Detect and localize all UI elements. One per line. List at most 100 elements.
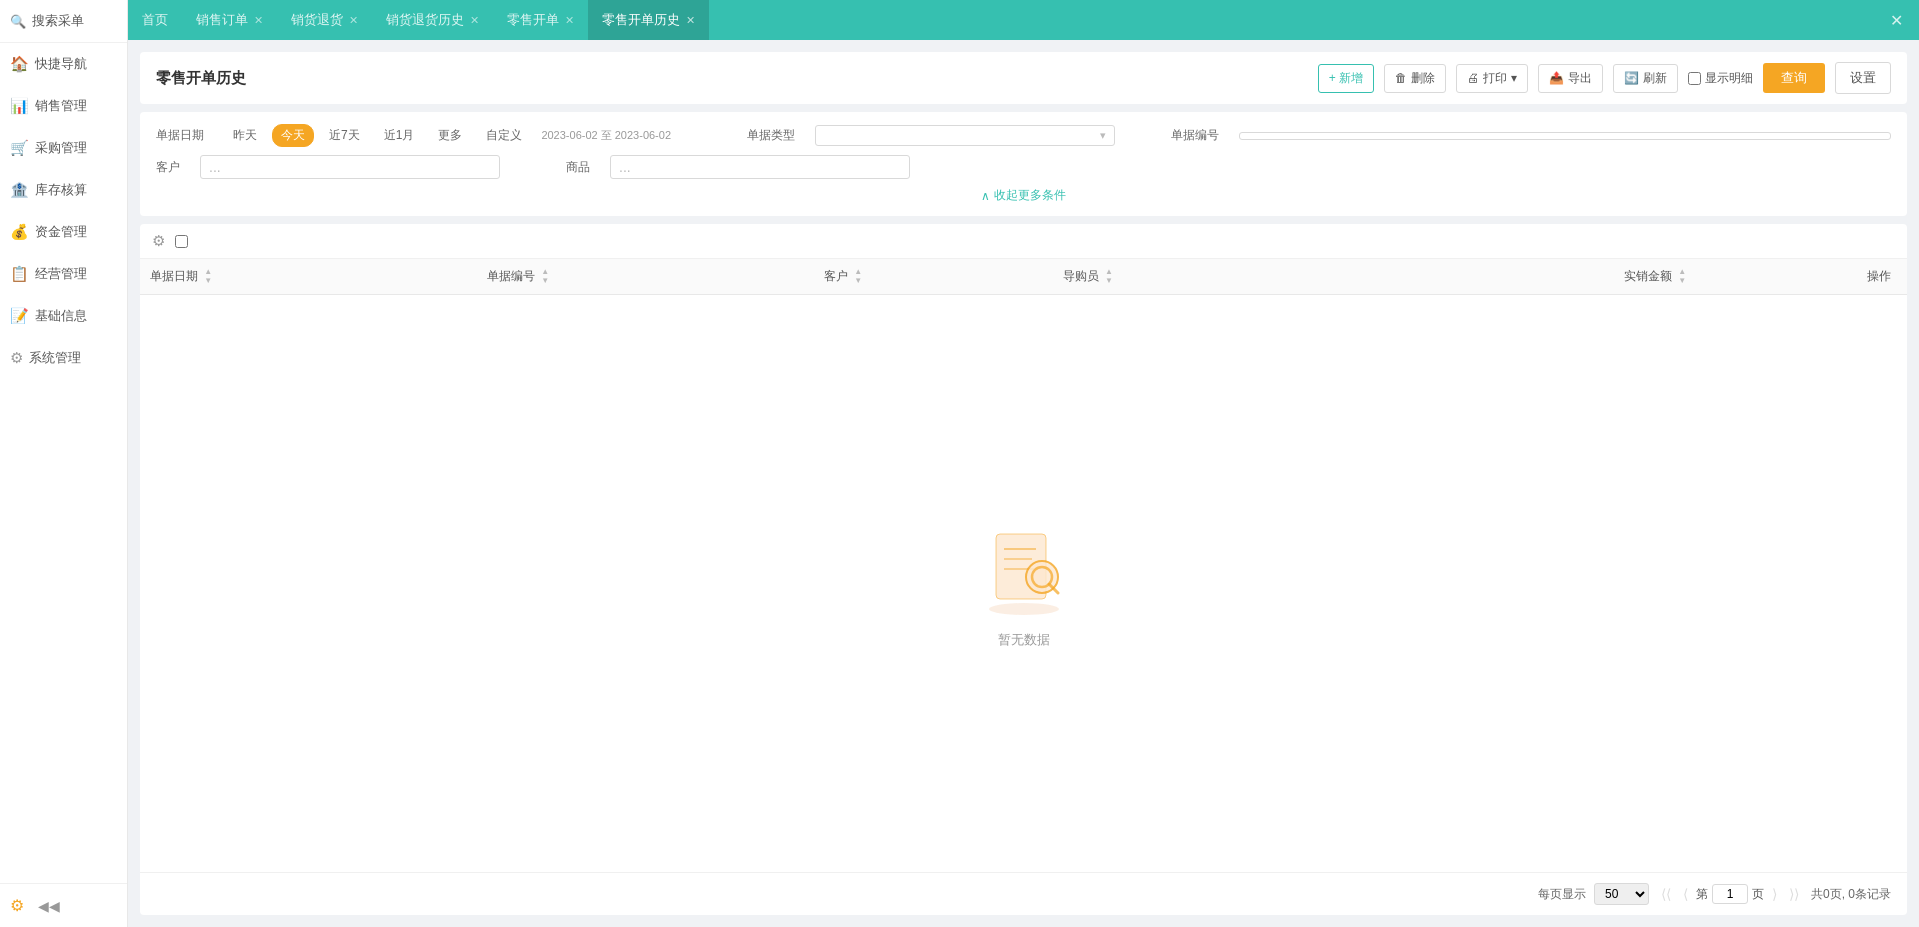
type-dropdown-icon: ▾ xyxy=(1100,129,1106,142)
tab-retail-history[interactable]: 零售开单历史 ✕ xyxy=(588,0,709,40)
topbar-right: ✕ xyxy=(1886,11,1919,30)
empty-icon xyxy=(974,519,1074,619)
tab-retail-open-close[interactable]: ✕ xyxy=(565,14,574,27)
add-button[interactable]: + 新增 xyxy=(1318,64,1374,93)
col-date-label: 单据日期 xyxy=(150,269,198,283)
delete-button[interactable]: 🗑 删除 xyxy=(1384,64,1446,93)
tab-sales-order-close[interactable]: ✕ xyxy=(254,14,263,27)
tab-sales-return[interactable]: 销货退货 ✕ xyxy=(277,0,372,40)
sort-customer-icons[interactable]: ▲▼ xyxy=(854,268,862,285)
total-info: 共0页, 0条记录 xyxy=(1811,886,1891,903)
filter-row-customer: 客户 ... 商品 ... xyxy=(156,155,1891,179)
col-action: 操作 xyxy=(1702,259,1907,295)
sort-amount-icons[interactable]: ▲▼ xyxy=(1678,268,1686,285)
display-detail-toggle[interactable]: 显示明细 xyxy=(1688,70,1753,87)
tab-sales-return-close[interactable]: ✕ xyxy=(349,14,358,27)
col-date[interactable]: 单据日期 ▲▼ xyxy=(140,259,477,295)
date-btn-yesterday[interactable]: 昨天 xyxy=(224,124,266,147)
refresh-button[interactable]: 🔄 刷新 xyxy=(1613,64,1678,93)
sidebar-item-finance[interactable]: 💰 资金管理 xyxy=(0,211,127,253)
number-input[interactable] xyxy=(1239,132,1891,140)
sort-date-icons[interactable]: ▲▼ xyxy=(204,268,212,285)
col-customer[interactable]: 客户 ▲▼ xyxy=(814,259,1053,295)
header-row: 单据日期 ▲▼ 单据编号 ▲▼ 客户 ▲▼ 导购员 xyxy=(140,259,1907,295)
tab-sales-return-history-close[interactable]: ✕ xyxy=(470,14,479,27)
date-btn-custom[interactable]: 自定义 xyxy=(477,124,531,147)
date-btn-more[interactable]: 更多 xyxy=(429,124,471,147)
sidebar-item-basic-info[interactable]: 📝 基础信息 xyxy=(0,295,127,337)
cart-icon: 🛒 xyxy=(10,139,29,157)
page-header: 零售开单历史 + 新增 🗑 删除 🖨 打印 ▾ 📤 导出 xyxy=(140,52,1907,104)
tab-home[interactable]: 首页 xyxy=(128,0,182,40)
next-page-btn[interactable]: ⟩ xyxy=(1768,884,1781,904)
data-table: 单据日期 ▲▼ 单据编号 ▲▼ 客户 ▲▼ 导购员 xyxy=(140,259,1907,295)
sidebar-item-purchase-mgmt[interactable]: 🛒 采购管理 xyxy=(0,127,127,169)
sidebar-search[interactable]: 🔍 搜索采单 xyxy=(0,0,127,43)
per-page-select[interactable]: 50 20 100 xyxy=(1594,883,1649,905)
date-options: 昨天 今天 近7天 近1月 更多 自定义 2023-06-02 至 2023-0… xyxy=(224,124,671,147)
settings-icon[interactable]: ⚙ xyxy=(10,896,24,915)
window-close-icon[interactable]: ✕ xyxy=(1886,11,1907,30)
goods-label: 商品 xyxy=(566,159,590,176)
print-dropdown-icon: ▾ xyxy=(1511,71,1517,85)
sidebar-item-label: 采购管理 xyxy=(35,139,87,157)
table-settings-icon[interactable]: ⚙ xyxy=(152,232,165,250)
tab-sales-return-history[interactable]: 销货退货历史 ✕ xyxy=(372,0,493,40)
customer-label: 客户 xyxy=(156,159,180,176)
sidebar-item-label: 经营管理 xyxy=(35,265,87,283)
collapse-sidebar-icon[interactable]: ◀◀ xyxy=(38,898,60,914)
display-detail-checkbox[interactable] xyxy=(1688,72,1701,85)
set-button[interactable]: 设置 xyxy=(1835,62,1891,94)
page-number-input[interactable] xyxy=(1712,884,1748,904)
display-detail-label: 显示明细 xyxy=(1705,70,1753,87)
last-page-btn[interactable]: ⟩⟩ xyxy=(1785,884,1803,904)
print-button[interactable]: 🖨 打印 ▾ xyxy=(1456,64,1528,93)
sidebar-item-inventory[interactable]: 🏦 库存核算 xyxy=(0,169,127,211)
col-amount[interactable]: 实销金额 ▲▼ xyxy=(1341,259,1703,295)
set-label: 设置 xyxy=(1850,70,1876,85)
pagination: 每页显示 50 20 100 ⟨⟨ ⟨ 第 页 ⟩ ⟩⟩ 共0页, 0条记录 xyxy=(140,872,1907,915)
collapse-more-btn[interactable]: ∧ 收起更多条件 xyxy=(156,187,1891,204)
sidebar-item-sales-mgmt[interactable]: 📊 销售管理 xyxy=(0,85,127,127)
col-number[interactable]: 单据编号 ▲▼ xyxy=(477,259,814,295)
col-salesperson[interactable]: 导购员 ▲▼ xyxy=(1053,259,1341,295)
first-page-btn[interactable]: ⟨⟨ xyxy=(1657,884,1675,904)
page-label: 第 xyxy=(1696,886,1708,903)
tab-retail-history-close[interactable]: ✕ xyxy=(686,14,695,27)
tab-sales-order-label: 销售订单 xyxy=(196,11,248,29)
sidebar-search-label: 搜索采单 xyxy=(32,12,84,30)
sort-number-icons[interactable]: ▲▼ xyxy=(541,268,549,285)
tab-retail-open[interactable]: 零售开单 ✕ xyxy=(493,0,588,40)
search-icon: 🔍 xyxy=(10,14,26,29)
sidebar-item-label: 资金管理 xyxy=(35,223,87,241)
goods-input[interactable]: ... xyxy=(610,155,910,179)
customer-input[interactable]: ... xyxy=(200,155,500,179)
main-content: 首页 销售订单 ✕ 销货退货 ✕ 销货退货历史 ✕ 零售开单 ✕ 零售开单历史 … xyxy=(128,0,1919,927)
sidebar-item-label: 系统管理 xyxy=(29,349,81,367)
sort-salesperson-icons[interactable]: ▲▼ xyxy=(1105,268,1113,285)
sidebar-item-system[interactable]: ⚙ 系统管理 xyxy=(0,337,127,379)
date-btn-7days[interactable]: 近7天 xyxy=(320,124,369,147)
page-nav: ⟨⟨ ⟨ 第 页 ⟩ ⟩⟩ xyxy=(1657,884,1803,904)
sidebar-item-quick-nav[interactable]: 🏠 快捷导航 xyxy=(0,43,127,85)
sidebar-item-operations[interactable]: 📋 经营管理 xyxy=(0,253,127,295)
tab-bar: 首页 销售订单 ✕ 销货退货 ✕ 销货退货历史 ✕ 零售开单 ✕ 零售开单历史 … xyxy=(128,0,709,40)
select-all-checkbox[interactable] xyxy=(175,235,188,248)
sidebar-bottom: ⚙ ◀◀ xyxy=(0,883,127,927)
customer-dots[interactable]: ... xyxy=(209,159,221,175)
date-btn-1month[interactable]: 近1月 xyxy=(375,124,424,147)
table-area: ⚙ 单据日期 ▲▼ 单据编号 ▲▼ xyxy=(140,224,1907,915)
tab-sales-return-label: 销货退货 xyxy=(291,11,343,29)
col-number-label: 单据编号 xyxy=(487,269,535,283)
export-icon: 📤 xyxy=(1549,71,1564,85)
date-btn-today[interactable]: 今天 xyxy=(272,124,314,147)
type-select[interactable]: ▾ xyxy=(815,125,1115,146)
query-button[interactable]: 查询 xyxy=(1763,63,1825,93)
goods-dots[interactable]: ... xyxy=(619,159,631,175)
prev-page-btn[interactable]: ⟨ xyxy=(1679,884,1692,904)
topbar: 首页 销售订单 ✕ 销货退货 ✕ 销货退货历史 ✕ 零售开单 ✕ 零售开单历史 … xyxy=(128,0,1919,40)
number-label: 单据编号 xyxy=(1171,127,1219,144)
col-customer-label: 客户 xyxy=(824,269,848,283)
tab-sales-order[interactable]: 销售订单 ✕ xyxy=(182,0,277,40)
export-button[interactable]: 📤 导出 xyxy=(1538,64,1603,93)
